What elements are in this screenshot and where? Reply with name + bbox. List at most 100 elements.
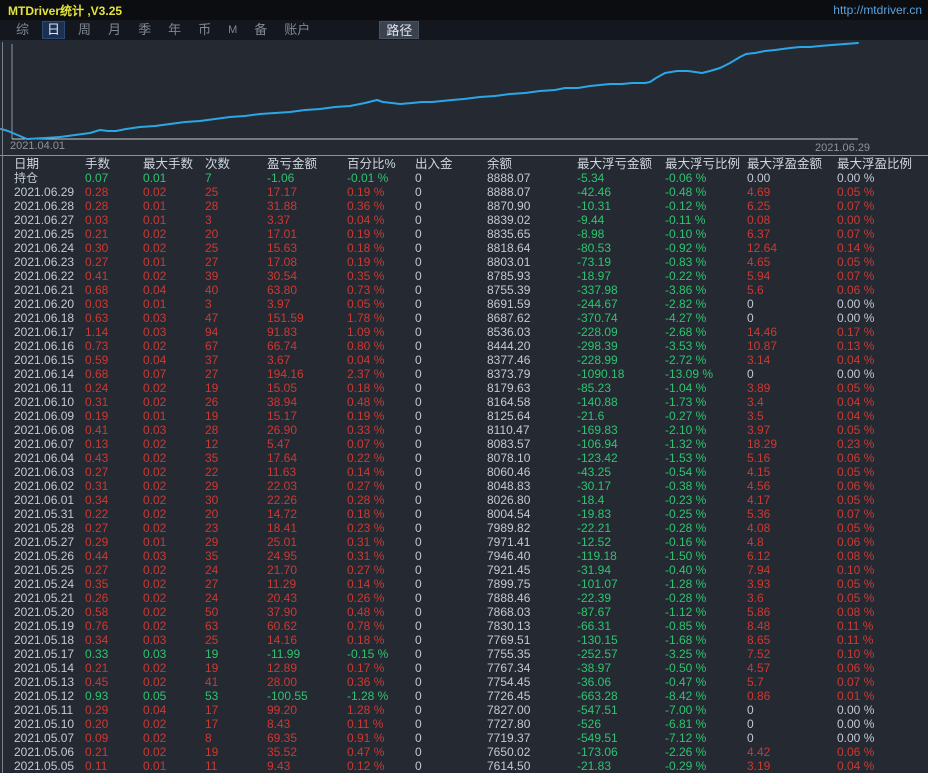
table-row[interactable]: 2021.06.070.130.02125.470.07 %08083.57-1… [0, 437, 928, 451]
cell-pnl: 5.47 [267, 437, 347, 451]
table-row[interactable]: 2021.05.050.110.01119.430.12 %07614.50-2… [0, 759, 928, 773]
cell-lots: 0.34 [85, 493, 143, 507]
cell-max-float-profit: 3.4 [747, 395, 837, 409]
table-row[interactable]: 2021.06.270.030.0133.370.04 %08839.02-9.… [0, 213, 928, 227]
table-row[interactable]: 2021.06.280.280.012831.880.36 %08870.90-… [0, 199, 928, 213]
path-button[interactable]: 路径 [379, 21, 419, 39]
table-row[interactable]: 2021.05.250.270.022421.700.27 %07921.45-… [0, 563, 928, 577]
table-row[interactable]: 2021.05.170.330.0319-11.99-0.15 %07755.3… [0, 647, 928, 661]
menu-tab-bi[interactable]: 币 [194, 21, 215, 39]
table-row[interactable]: 2021.06.200.030.0133.970.05 %08691.59-24… [0, 297, 928, 311]
menu-tab-bei[interactable]: 备 [250, 21, 271, 39]
cell-count: 27 [205, 367, 267, 381]
menu-tab-zong[interactable]: 综 [12, 21, 33, 39]
table-row[interactable]: 2021.05.120.930.0553-100.55-1.28 %07726.… [0, 689, 928, 703]
table-row[interactable]: 2021.05.130.450.024128.000.36 %07754.45-… [0, 675, 928, 689]
cell-pct: 0.18 % [347, 633, 415, 647]
table-row[interactable]: 2021.06.030.270.022211.630.14 %08060.46-… [0, 465, 928, 479]
cell-count: 40 [205, 283, 267, 297]
header-max-float-profit: 最大浮盈金额 [747, 157, 837, 171]
cell-pnl: 11.63 [267, 465, 347, 479]
table-row[interactable]: 2021.05.270.290.012925.010.31 %07971.41-… [0, 535, 928, 549]
cell-max-lots: 0.02 [143, 227, 205, 241]
cell-max-float-loss: -549.51 [577, 731, 665, 745]
cell-deposit: 0 [415, 591, 487, 605]
table-row[interactable]: 2021.06.010.340.023022.260.28 %08026.80-… [0, 493, 928, 507]
cell-pct: 0.05 % [347, 297, 415, 311]
table-row[interactable]: 2021.05.210.260.022420.430.26 %07888.46-… [0, 591, 928, 605]
table-row[interactable]: 2021.06.090.190.011915.170.19 %08125.64-… [0, 409, 928, 423]
cell-deposit: 0 [415, 717, 487, 731]
cell-max-float-profit: 12.64 [747, 241, 837, 255]
cell-pct: 1.28 % [347, 703, 415, 717]
table-row[interactable]: 2021.05.180.340.032514.160.18 %07769.51-… [0, 633, 928, 647]
cell-max-lots: 0.03 [143, 423, 205, 437]
cell-pnl: 38.94 [267, 395, 347, 409]
table-row[interactable]: 2021.05.060.210.021935.520.47 %07650.02-… [0, 745, 928, 759]
table-row[interactable]: 2021.05.110.290.041799.201.28 %07827.00-… [0, 703, 928, 717]
cell-max-float-profit: 0 [747, 367, 837, 381]
menu-tab-m[interactable]: M [224, 21, 241, 39]
cell-max-float-profit: 4.08 [747, 521, 837, 535]
table-row[interactable]: 2021.05.240.350.022711.290.14 %07899.75-… [0, 577, 928, 591]
menu-tab-ri[interactable]: 日 [42, 21, 65, 39]
menu-tab-zhou[interactable]: 周 [74, 21, 95, 39]
website-link[interactable]: http://mtdriver.cn [833, 3, 922, 17]
menu-tab-ji[interactable]: 季 [134, 21, 155, 39]
cell-max-float-profit: 18.29 [747, 437, 837, 451]
cell-balance: 7899.75 [487, 577, 577, 591]
cell-balance: 8755.39 [487, 283, 577, 297]
cell-max-lots: 0.02 [143, 619, 205, 633]
cell-lots: 0.34 [85, 633, 143, 647]
table-row[interactable]: 2021.06.080.410.032826.900.33 %08110.47-… [0, 423, 928, 437]
cell-date: 2021.05.24 [14, 577, 85, 591]
cell-balance: 8164.58 [487, 395, 577, 409]
cell-max-float-loss-pct: -0.23 % [665, 493, 747, 507]
cell-pct: 0.12 % [347, 759, 415, 773]
table-row[interactable]: 2021.06.230.270.012717.080.19 %08803.01-… [0, 255, 928, 269]
cell-max-float-profit: 3.19 [747, 759, 837, 773]
table-row[interactable]: 2021.06.100.310.022638.940.48 %08164.58-… [0, 395, 928, 409]
cell-max-float-profit-pct: 0.00 % [837, 731, 924, 745]
table-row[interactable]: 2021.06.220.410.023930.540.35 %08785.93-… [0, 269, 928, 283]
table-row[interactable]: 2021.05.200.580.025037.900.48 %07868.03-… [0, 605, 928, 619]
table-row[interactable]: 2021.06.290.280.022517.170.19 %08888.07-… [0, 185, 928, 199]
cell-max-lots: 0.02 [143, 395, 205, 409]
table-row[interactable]: 2021.05.310.220.022014.720.18 %08004.54-… [0, 507, 928, 521]
table-row[interactable]: 2021.06.020.310.022922.030.27 %08048.83-… [0, 479, 928, 493]
table-row[interactable]: 2021.06.140.680.0727194.162.37 %08373.79… [0, 367, 928, 381]
table-row[interactable]: 2021.06.110.240.021915.050.18 %08179.63-… [0, 381, 928, 395]
table-row[interactable]: 2021.05.070.090.02869.350.91 %07719.37-5… [0, 731, 928, 745]
table-row[interactable]: 2021.06.180.630.0347151.591.78 %08687.62… [0, 311, 928, 325]
menu-tab-nian[interactable]: 年 [164, 21, 185, 39]
table-row[interactable]: 2021.06.160.730.026766.740.80 %08444.20-… [0, 339, 928, 353]
table-row[interactable]: 2021.05.260.440.033524.950.31 %07946.40-… [0, 549, 928, 563]
table-row[interactable]: 2021.06.150.590.04373.670.04 %08377.46-2… [0, 353, 928, 367]
table-row[interactable]: 2021.06.240.300.022515.630.18 %08818.64-… [0, 241, 928, 255]
cell-pct: 0.36 % [347, 199, 415, 213]
table-row[interactable]: 2021.05.140.210.021912.890.17 %07767.34-… [0, 661, 928, 675]
cell-max-float-loss-pct: -1.04 % [665, 381, 747, 395]
cell-count: 17 [205, 703, 267, 717]
cell-max-float-loss-pct: -0.83 % [665, 255, 747, 269]
cell-lots: 0.21 [85, 227, 143, 241]
table-row[interactable]: 2021.05.100.200.02178.430.11 %07727.80-5… [0, 717, 928, 731]
cell-pct: 0.28 % [347, 493, 415, 507]
cell-balance: 7989.82 [487, 521, 577, 535]
table-row[interactable]: 2021.06.210.680.044063.800.73 %08755.39-… [0, 283, 928, 297]
table-row[interactable]: 2021.05.190.760.026360.620.78 %07830.13-… [0, 619, 928, 633]
table-row[interactable]: 2021.05.280.270.022318.410.23 %07989.82-… [0, 521, 928, 535]
cell-max-float-loss-pct: -0.11 % [665, 213, 747, 227]
table-row[interactable]: 2021.06.250.210.022017.010.19 %08835.65-… [0, 227, 928, 241]
cell-balance: 8125.64 [487, 409, 577, 423]
menu-tab-zhanghu[interactable]: 账户 [280, 21, 314, 39]
position-row[interactable]: 持仓0.070.017-1.06-0.01 %08888.07-5.34-0.0… [0, 171, 928, 185]
cell-pnl: 14.72 [267, 507, 347, 521]
cell-max-float-loss-pct: -0.85 % [665, 619, 747, 633]
table-row[interactable]: 2021.06.171.140.039491.831.09 %08536.03-… [0, 325, 928, 339]
table-row[interactable]: 2021.06.040.430.023517.640.22 %08078.10-… [0, 451, 928, 465]
cell-max-lots: 0.01 [143, 171, 205, 185]
cell-pnl: 15.05 [267, 381, 347, 395]
menu-tab-yue[interactable]: 月 [104, 21, 125, 39]
cell-count: 20 [205, 507, 267, 521]
